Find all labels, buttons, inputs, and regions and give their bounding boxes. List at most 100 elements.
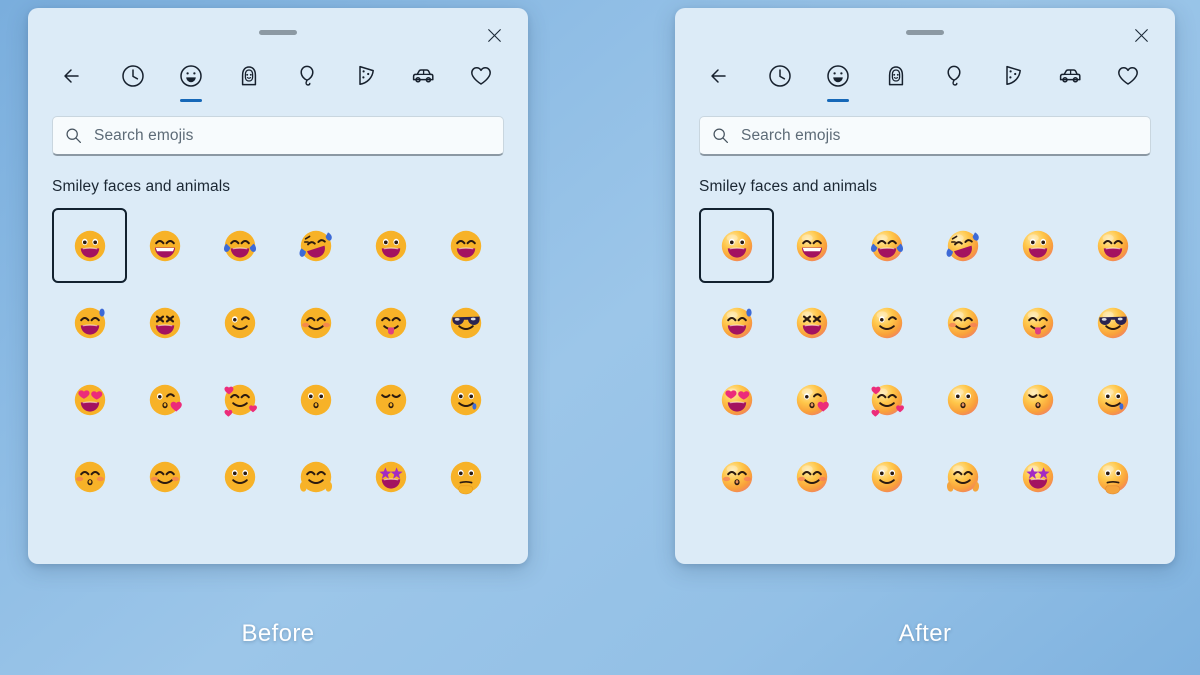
- emoji-cell[interactable]: [203, 362, 278, 437]
- tab-active-indicator: [122, 99, 144, 102]
- tab-food[interactable]: [336, 56, 394, 112]
- tab-active-indicator: [64, 99, 86, 102]
- search-input[interactable]: Search emojis: [699, 116, 1151, 156]
- emoji-cell[interactable]: [127, 208, 202, 283]
- drag-handle[interactable]: [906, 30, 944, 35]
- emoji-cell[interactable]: [127, 362, 202, 437]
- tab-celebrate[interactable]: [925, 56, 983, 112]
- emoji-picker-panel-after: Search emojis Smiley faces and animals: [675, 8, 1175, 564]
- search-input[interactable]: Search emojis: [52, 116, 504, 156]
- emoji-cell[interactable]: [278, 208, 353, 283]
- emoji-cell[interactable]: [52, 208, 128, 283]
- tab-back[interactable]: [693, 56, 751, 112]
- emoji-cell[interactable]: [1076, 208, 1151, 283]
- emoji-cell[interactable]: [278, 362, 353, 437]
- emoji-cell[interactable]: [850, 285, 925, 360]
- tab-active-indicator: [470, 99, 492, 102]
- smiling-face-with-hearts-icon: [867, 380, 907, 420]
- search-icon: [712, 127, 729, 144]
- emoji-cell[interactable]: [699, 439, 774, 514]
- emoji-cell[interactable]: [353, 208, 428, 283]
- beaming-face-with-smiling-eyes-icon: [792, 226, 832, 266]
- smiling-face-with-sunglasses-icon: [446, 303, 486, 343]
- section-title: Smiley faces and animals: [699, 178, 878, 195]
- smiling-face-with-open-hands-icon: [943, 457, 983, 497]
- emoji-cell[interactable]: [1076, 362, 1151, 437]
- tab-symbols[interactable]: [1099, 56, 1157, 112]
- emoji-cell[interactable]: [774, 285, 849, 360]
- tab-active-indicator: [943, 99, 965, 102]
- thinking-face-icon: [1093, 457, 1133, 497]
- tab-food[interactable]: [983, 56, 1041, 112]
- emoji-cell[interactable]: [52, 285, 127, 360]
- emoji-cell[interactable]: [850, 362, 925, 437]
- emoji-cell[interactable]: [1000, 208, 1075, 283]
- emoji-cell[interactable]: [203, 208, 278, 283]
- emoji-cell[interactable]: [353, 439, 428, 514]
- emoji-cell[interactable]: [52, 362, 127, 437]
- emoji-cell[interactable]: [699, 362, 774, 437]
- tab-symbols[interactable]: [452, 56, 510, 112]
- neutral-smiling-face-icon: [220, 457, 260, 497]
- drooling-face-icon: [446, 380, 486, 420]
- close-button[interactable]: [474, 18, 514, 52]
- heart-icon: [1114, 62, 1142, 90]
- car-icon: [1056, 62, 1084, 90]
- emoji-cell[interactable]: [774, 362, 849, 437]
- tab-travel[interactable]: [394, 56, 452, 112]
- close-button[interactable]: [1121, 18, 1161, 52]
- smiley-face-icon: [177, 62, 205, 90]
- emoji-cell[interactable]: [1000, 439, 1075, 514]
- tab-active-indicator: [1117, 99, 1139, 102]
- tab-smileys[interactable]: [809, 56, 867, 112]
- emoji-cell[interactable]: [699, 285, 774, 360]
- emoji-cell[interactable]: [925, 362, 1000, 437]
- emoji-cell[interactable]: [1076, 439, 1151, 514]
- emoji-cell[interactable]: [1000, 362, 1075, 437]
- kissing-face-with-smiling-eyes-icon: [70, 457, 110, 497]
- tab-celebrate[interactable]: [278, 56, 336, 112]
- emoji-cell[interactable]: [1076, 285, 1151, 360]
- emoji-cell[interactable]: [850, 208, 925, 283]
- emoji-cell[interactable]: [353, 285, 428, 360]
- emoji-cell[interactable]: [429, 439, 504, 514]
- emoji-cell[interactable]: [925, 208, 1000, 283]
- emoji-cell[interactable]: [203, 439, 278, 514]
- section-title: Smiley faces and animals: [52, 178, 231, 195]
- tab-people[interactable]: [220, 56, 278, 112]
- emoji-cell[interactable]: [774, 208, 849, 283]
- emoji-cell[interactable]: [127, 285, 202, 360]
- emoji-cell[interactable]: [925, 439, 1000, 514]
- emoji-cell[interactable]: [127, 439, 202, 514]
- search-placeholder: Search emojis: [741, 126, 841, 144]
- emoji-cell[interactable]: [278, 285, 353, 360]
- smiling-face-with-open-hands-icon: [296, 457, 336, 497]
- emoji-cell[interactable]: [925, 285, 1000, 360]
- emoji-cell[interactable]: [429, 285, 504, 360]
- emoji-cell[interactable]: [278, 439, 353, 514]
- emoji-cell[interactable]: [429, 208, 504, 283]
- tab-back[interactable]: [46, 56, 104, 112]
- tab-people[interactable]: [867, 56, 925, 112]
- emoji-cell[interactable]: [429, 362, 504, 437]
- emoji-cell[interactable]: [850, 439, 925, 514]
- face-savoring-food-icon: [1018, 303, 1058, 343]
- tab-recent[interactable]: [751, 56, 809, 112]
- emoji-cell[interactable]: [203, 285, 278, 360]
- tab-active-indicator: [1059, 99, 1081, 102]
- tab-travel[interactable]: [1041, 56, 1099, 112]
- emoji-cell[interactable]: [353, 362, 428, 437]
- smiling-face-with-heart-eyes-icon: [70, 380, 110, 420]
- emoji-cell[interactable]: [774, 439, 849, 514]
- drag-handle[interactable]: [259, 30, 297, 35]
- face-savoring-food-icon: [371, 303, 411, 343]
- emoji-cell[interactable]: [1000, 285, 1075, 360]
- grinning-face-with-sweat-icon: [70, 303, 110, 343]
- balloon-icon: [293, 62, 321, 90]
- tab-smileys[interactable]: [162, 56, 220, 112]
- emoji-cell[interactable]: [52, 439, 127, 514]
- tab-active-indicator: [769, 99, 791, 102]
- caption-before: Before: [241, 620, 315, 647]
- tab-recent[interactable]: [104, 56, 162, 112]
- emoji-cell[interactable]: [699, 208, 775, 283]
